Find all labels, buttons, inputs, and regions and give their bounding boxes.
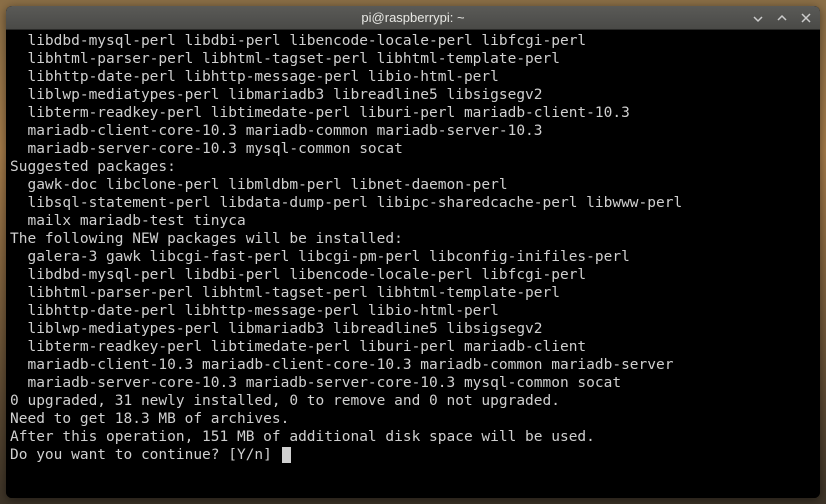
terminal-line: After this operation, 151 MB of addition… [10,428,816,446]
titlebar: pi@raspberrypi: ~ [6,6,820,30]
terminal-line: libsql-statement-perl libdata-dump-perl … [10,194,816,212]
terminal-line: libdbd-mysql-perl libdbi-perl libencode-… [10,32,816,50]
terminal-line: 0 upgraded, 31 newly installed, 0 to rem… [10,392,816,410]
terminal-line: mariadb-server-core-10.3 mysql-common so… [10,140,816,158]
terminal-window: pi@raspberrypi: ~ libdbd-mysql-perl libd… [6,6,820,498]
terminal-line: libterm-readkey-perl libtimedate-perl li… [10,104,816,122]
terminal-line: galera-3 gawk libcgi-fast-perl libcgi-pm… [10,248,816,266]
window-title: pi@raspberrypi: ~ [361,10,464,25]
terminal-line: mariadb-server-core-10.3 mariadb-server-… [10,374,816,392]
terminal-line: libhtml-parser-perl libhtml-tagset-perl … [10,284,816,302]
terminal-line: gawk-doc libclone-perl libmldbm-perl lib… [10,176,816,194]
terminal-line: libhttp-date-perl libhttp-message-perl l… [10,302,816,320]
terminal-line: The following NEW packages will be insta… [10,230,816,248]
prompt-text: Do you want to continue? [Y/n] [10,446,281,464]
terminal-line: Need to get 18.3 MB of archives. [10,410,816,428]
maximize-button[interactable] [774,10,790,26]
minimize-button[interactable] [750,10,766,26]
terminal-line: liblwp-mediatypes-perl libmariadb3 libre… [10,320,816,338]
terminal-line: mariadb-client-10.3 mariadb-client-core-… [10,356,816,374]
terminal-line: mailx mariadb-test tinyca [10,212,816,230]
terminal-line: libhtml-parser-perl libhtml-tagset-perl … [10,50,816,68]
prompt-line[interactable]: Do you want to continue? [Y/n] [10,446,816,464]
close-button[interactable] [798,10,814,26]
terminal-body[interactable]: libdbd-mysql-perl libdbi-perl libencode-… [6,30,820,498]
terminal-line: libterm-readkey-perl libtimedate-perl li… [10,338,816,356]
terminal-line: libhttp-date-perl libhttp-message-perl l… [10,68,816,86]
terminal-line: Suggested packages: [10,158,816,176]
terminal-line: mariadb-client-core-10.3 mariadb-common … [10,122,816,140]
cursor [282,447,291,463]
window-controls [750,6,814,29]
terminal-line: libdbd-mysql-perl libdbi-perl libencode-… [10,266,816,284]
terminal-line: liblwp-mediatypes-perl libmariadb3 libre… [10,86,816,104]
